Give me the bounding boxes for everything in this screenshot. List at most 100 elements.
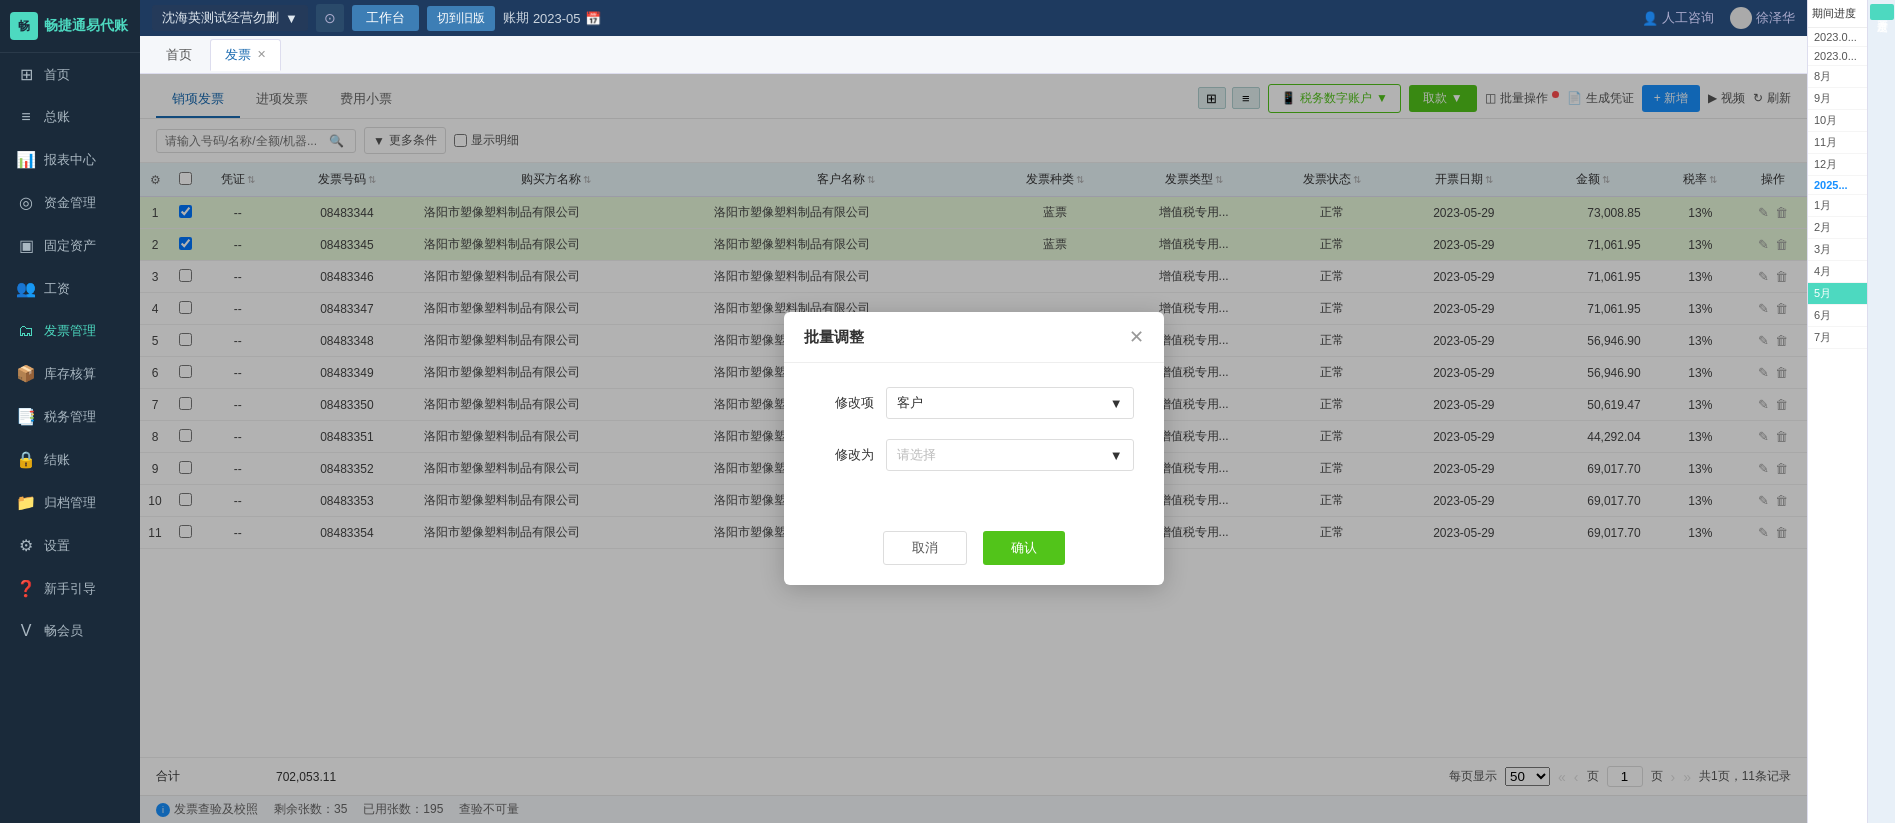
company-name: 沈海英测试经营勿删 xyxy=(162,9,279,27)
period-display: 账期 2023-05 📅 xyxy=(503,9,601,27)
sidebar-item-funds[interactable]: ◎ 资金管理 xyxy=(0,181,140,224)
switch-version-btn[interactable]: 切到旧版 xyxy=(427,6,495,31)
company-selector[interactable]: 沈海英测试经营勿删 ▼ xyxy=(152,5,308,31)
calendar-item-11m[interactable]: 11月 xyxy=(1808,132,1867,154)
sidebar-label-tax: 税务管理 xyxy=(44,408,96,426)
sidebar-item-settings[interactable]: ⚙ 设置 xyxy=(0,524,140,567)
support-icon: 👤 xyxy=(1642,11,1658,26)
sidebar-item-reports[interactable]: 📊 报表中心 xyxy=(0,138,140,181)
sidebar-label-payroll: 工资 xyxy=(44,280,70,298)
calendar-item-12m[interactable]: 12月 xyxy=(1808,154,1867,176)
user-avatar xyxy=(1730,7,1752,29)
tab-close-icon[interactable]: ✕ xyxy=(257,48,266,61)
calendar-item-4m[interactable]: 4月 xyxy=(1808,261,1867,283)
sidebar-label-close: 结账 xyxy=(44,451,70,469)
sidebar-label-member: 畅会员 xyxy=(44,622,83,640)
settings-icon: ⚙ xyxy=(16,536,36,555)
sidebar-label-assets: 固定资产 xyxy=(44,237,96,255)
modal-title: 批量调整 xyxy=(804,328,864,347)
sidebar-item-assets[interactable]: ▣ 固定资产 xyxy=(0,224,140,267)
close-period-icon: 🔒 xyxy=(16,450,36,469)
sidebar-label-home: 首页 xyxy=(44,66,70,84)
sidebar-item-guide[interactable]: ❓ 新手引导 xyxy=(0,567,140,610)
topbar-right: 👤 人工咨询 徐泽华 xyxy=(1642,7,1795,29)
sidebar-label-reports: 报表中心 xyxy=(44,151,96,169)
archive-icon: 📁 xyxy=(16,493,36,512)
sidebar-label-inventory: 库存核算 xyxy=(44,365,96,383)
calendar-item-7m[interactable]: 7月 xyxy=(1808,327,1867,349)
tab-home-label: 首页 xyxy=(166,46,192,64)
sidebar-item-archive[interactable]: 📁 归档管理 xyxy=(0,481,140,524)
sidebar-label-archive: 归档管理 xyxy=(44,494,96,512)
sidebar-item-payroll[interactable]: 👥 工资 xyxy=(0,267,140,310)
period-label: 账期 xyxy=(503,9,529,27)
calendar-item-5m[interactable]: 5月 xyxy=(1808,283,1867,305)
modal-value-label: 修改为 xyxy=(814,446,874,464)
sidebar-item-tax[interactable]: 📑 税务管理 xyxy=(0,395,140,438)
calendar-item-1[interactable]: 2023.0... xyxy=(1808,47,1867,66)
guide-icon: ❓ xyxy=(16,579,36,598)
calendar-header: 期间进度 xyxy=(1808,0,1867,28)
modal-field-label: 修改项 xyxy=(814,394,874,412)
period-icon: 📅 xyxy=(585,11,601,26)
batch-adjust-modal: 批量调整 ✕ 修改项 客户 ▼ 修改为 xyxy=(784,312,1164,585)
ledger-icon: ≡ xyxy=(16,108,36,126)
modal-value-dropdown-icon: ▼ xyxy=(1110,448,1123,463)
tab-home[interactable]: 首页 xyxy=(152,40,206,70)
modal-value-select[interactable]: 请选择 ▼ xyxy=(886,439,1134,471)
modal-value-placeholder: 请选择 xyxy=(897,446,936,464)
modal-field-row: 修改项 客户 ▼ xyxy=(814,387,1134,419)
main-content: 沈海英测试经营勿删 ▼ ⊙ 工作台 切到旧版 账期 2023-05 📅 👤 人工… xyxy=(140,0,1807,823)
calendar-panel: 期间进度 2023.0... 2023.0... 8月 9月 10月 11月 1… xyxy=(1807,0,1867,823)
inventory-icon: 📦 xyxy=(16,364,36,383)
reports-icon: 📊 xyxy=(16,150,36,169)
calendar-item-0[interactable]: 2023.0... xyxy=(1808,28,1867,47)
sidebar-item-invoices[interactable]: 🗂 发票管理 xyxy=(0,310,140,352)
calendar-item-1m[interactable]: 1月 xyxy=(1808,195,1867,217)
sidebar-item-home[interactable]: ⊞ 首页 xyxy=(0,53,140,96)
company-icon-btn[interactable]: ⊙ xyxy=(316,4,344,32)
modal-close-btn[interactable]: ✕ xyxy=(1129,326,1144,348)
sidebar-label-ledger: 总账 xyxy=(44,108,70,126)
home-icon: ⊞ xyxy=(16,65,36,84)
workstation-btn[interactable]: 工作台 xyxy=(352,5,419,31)
logo-icon: 畅 xyxy=(10,12,38,40)
sidebar-item-close[interactable]: 🔒 结账 xyxy=(0,438,140,481)
calendar-item-6m[interactable]: 6月 xyxy=(1808,305,1867,327)
calendar-item-9m[interactable]: 9月 xyxy=(1808,88,1867,110)
modal-footer: 取消 确认 xyxy=(784,515,1164,585)
sidebar-label-settings: 设置 xyxy=(44,537,70,555)
tab-invoices[interactable]: 发票 ✕ xyxy=(210,39,281,71)
modal-body: 修改项 客户 ▼ 修改为 请选择 ▼ xyxy=(784,363,1164,515)
modal-cancel-btn[interactable]: 取消 xyxy=(883,531,967,565)
kaipiao-progress-btn[interactable]: 开票进度 xyxy=(1870,4,1894,20)
sidebar-label-funds: 资金管理 xyxy=(44,194,96,212)
period-value: 2023-05 xyxy=(533,11,581,26)
calendar-item-2m[interactable]: 2月 xyxy=(1808,217,1867,239)
sidebar-label-invoices: 发票管理 xyxy=(44,322,96,340)
tab-bar: 首页 发票 ✕ xyxy=(140,36,1807,74)
sidebar-item-member[interactable]: V 畅会员 xyxy=(0,610,140,652)
invoices-icon: 🗂 xyxy=(16,322,36,340)
modal-field-select[interactable]: 客户 ▼ xyxy=(886,387,1134,419)
calendar-item-10m[interactable]: 10月 xyxy=(1808,110,1867,132)
modal-confirm-btn[interactable]: 确认 xyxy=(983,531,1065,565)
calendar-item-2025[interactable]: 2025... xyxy=(1808,176,1867,195)
modal-field-dropdown-icon: ▼ xyxy=(1110,396,1123,411)
calendar-item-8m[interactable]: 8月 xyxy=(1808,66,1867,88)
support-btn[interactable]: 👤 人工咨询 xyxy=(1642,9,1714,27)
sidebar-label-guide: 新手引导 xyxy=(44,580,96,598)
company-dropdown-icon: ▼ xyxy=(285,11,298,26)
app-name: 畅捷通易代账 xyxy=(44,17,128,35)
sidebar-item-ledger[interactable]: ≡ 总账 xyxy=(0,96,140,138)
modal-value-row: 修改为 请选择 ▼ xyxy=(814,439,1134,471)
sidebar-item-inventory[interactable]: 📦 库存核算 xyxy=(0,352,140,395)
user-btn[interactable]: 徐泽华 xyxy=(1730,7,1795,29)
support-label: 人工咨询 xyxy=(1662,9,1714,27)
calendar-item-3m[interactable]: 3月 xyxy=(1808,239,1867,261)
sidebar: 畅 畅捷通易代账 ⊞ 首页 ≡ 总账 📊 报表中心 ◎ 资金管理 ▣ 固定资产 … xyxy=(0,0,140,823)
right-panel: 开票进度 xyxy=(1867,0,1895,823)
user-name: 徐泽华 xyxy=(1756,9,1795,27)
content-area: 销项发票 进项发票 费用小票 ⊞ ≡ 📱 税务数字账户 ▼ 取款 ▼ xyxy=(140,74,1807,823)
assets-icon: ▣ xyxy=(16,236,36,255)
